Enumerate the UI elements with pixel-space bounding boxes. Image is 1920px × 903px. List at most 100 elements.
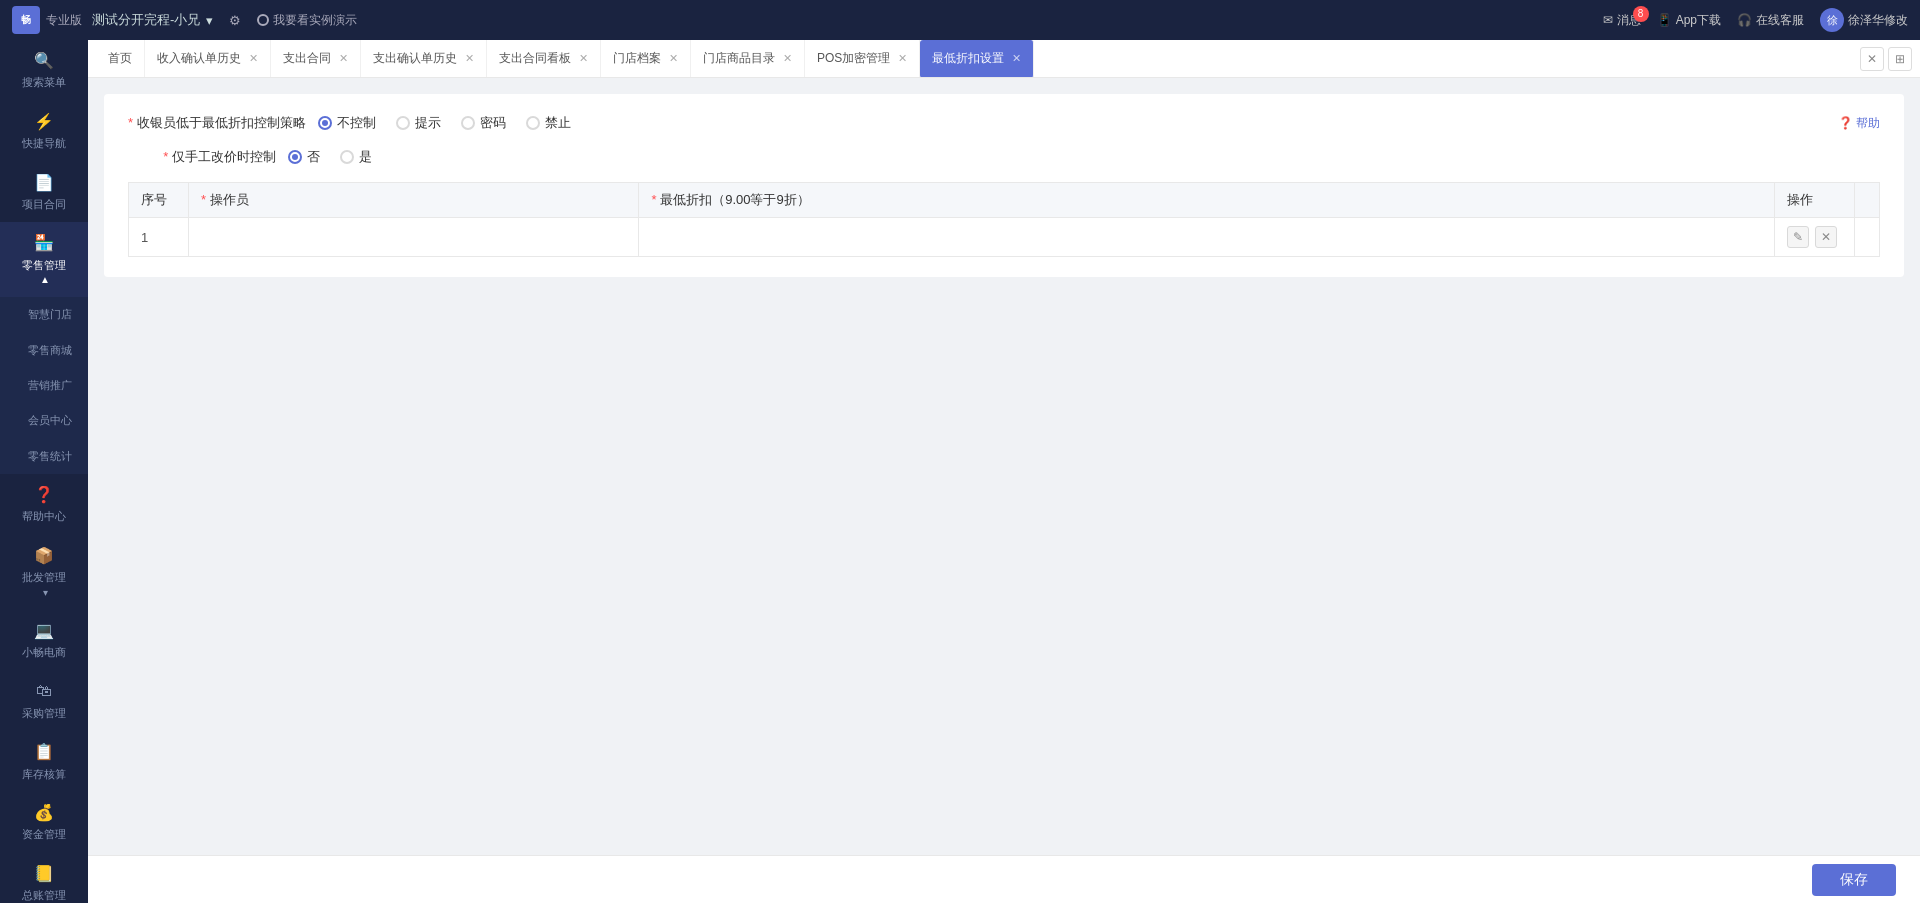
tab-income-history[interactable]: 收入确认单历史 ✕ [145, 40, 271, 78]
delete-icon: ✕ [1821, 230, 1831, 244]
username-label: 徐泽华修改 [1848, 12, 1908, 29]
radio-no-control-circle [318, 116, 332, 130]
radio-password[interactable]: 密码 [461, 114, 506, 132]
search-icon: 🔍 [34, 50, 54, 72]
close-tab-button[interactable]: ✕ [1860, 47, 1884, 71]
cell-scrollbar-1 [1855, 218, 1880, 257]
cell-action-1: ✎ ✕ [1775, 218, 1855, 257]
user-profile-button[interactable]: 徐 徐泽华修改 [1820, 8, 1908, 32]
radio-no-control[interactable]: 不控制 [318, 114, 376, 132]
tab-payment-history[interactable]: 支出确认单历史 ✕ [361, 40, 487, 78]
tab-payment-board-close[interactable]: ✕ [579, 52, 588, 65]
tab-income-history-close[interactable]: ✕ [249, 52, 258, 65]
tab-pos-password[interactable]: POS加密管理 ✕ [805, 40, 920, 78]
sidebar-item-retail[interactable]: 🏪 零售管理 ▲ [0, 222, 88, 297]
sidebar-item-search[interactable]: 🔍 搜索菜单 [0, 40, 88, 101]
sidebar-item-inventory[interactable]: 📋 库存核算 [0, 731, 88, 792]
question-icon: ❓ [1838, 116, 1853, 130]
sidebar-label-marketing: 营销推广 [28, 378, 72, 393]
gear-icon: ⚙ [229, 13, 241, 28]
help-link[interactable]: ❓ 帮助 [1838, 115, 1880, 132]
sidebar-item-ecommerce[interactable]: 💻 小畅电商 [0, 610, 88, 671]
col-scrollbar [1855, 183, 1880, 218]
sidebar-label-retail-mall: 零售商城 [28, 343, 72, 358]
help-text: 帮助 [1856, 115, 1880, 132]
sidebar-item-retail-mall[interactable]: 零售商城 [0, 333, 88, 368]
tab-pos-password-label: POS加密管理 [817, 50, 890, 67]
tab-store-goods-close[interactable]: ✕ [783, 52, 792, 65]
help-icon: ❓ [34, 484, 54, 506]
discount-required: * [651, 192, 660, 207]
purchase-icon: 🛍 [36, 680, 52, 702]
project-selector[interactable]: 测试分开完程-小兄 ▾ [92, 11, 213, 29]
expand-button[interactable]: ⊞ [1888, 47, 1912, 71]
phone-icon: 📱 [1657, 13, 1672, 27]
save-button[interactable]: 保存 [1812, 864, 1896, 896]
radio-password-circle [461, 116, 475, 130]
sidebar-item-contract[interactable]: 📄 项目合同 [0, 162, 88, 223]
topbar-gear-button[interactable]: ⚙ [223, 8, 247, 32]
tab-min-discount-close[interactable]: ✕ [1012, 52, 1021, 65]
tab-bar: 首页 收入确认单历史 ✕ 支出合同 ✕ 支出确认单历史 ✕ 支出合同看板 ✕ 门… [88, 40, 1920, 78]
content-area: 首页 收入确认单历史 ✕ 支出合同 ✕ 支出确认单历史 ✕ 支出合同看板 ✕ 门… [88, 40, 1920, 903]
delete-button-1[interactable]: ✕ [1815, 226, 1837, 248]
sidebar-item-member[interactable]: 会员中心 [0, 403, 88, 438]
edit-button-1[interactable]: ✎ [1787, 226, 1809, 248]
sidebar-item-nav[interactable]: ⚡ 快捷导航 [0, 101, 88, 162]
manual-control-label: * 仅手工改价时控制 [128, 148, 288, 166]
online-service-button[interactable]: 🎧 在线客服 [1737, 12, 1804, 29]
operator-required: * [201, 192, 206, 207]
tab-payment-history-close[interactable]: ✕ [465, 52, 474, 65]
table-body: 1 ✎ ✕ [129, 218, 1880, 257]
batch-icon: 📦 [34, 545, 54, 567]
sidebar-label-help: 帮助中心 [22, 509, 66, 524]
radio-yes[interactable]: 是 [340, 148, 372, 166]
sidebar-label-member: 会员中心 [28, 413, 72, 428]
radio-no[interactable]: 否 [288, 148, 320, 166]
bottom-bar: 保存 [88, 855, 1920, 903]
sidebar-item-smart-store[interactable]: 智慧门店 [0, 297, 88, 332]
app-logo: 畅 专业版 [12, 6, 82, 34]
finance-icon: 💰 [34, 802, 54, 824]
tab-store-goods[interactable]: 门店商品目录 ✕ [691, 40, 805, 78]
tab-payment-board[interactable]: 支出合同看板 ✕ [487, 40, 601, 78]
discount-radio-group: 不控制 提示 密码 禁止 [318, 114, 571, 132]
sidebar-item-stats[interactable]: 零售统计 [0, 439, 88, 474]
tab-income-history-label: 收入确认单历史 [157, 50, 241, 67]
radio-forbid[interactable]: 禁止 [526, 114, 571, 132]
radio-remind-label: 提示 [415, 114, 441, 132]
col-seq-label: 序号 [141, 192, 167, 207]
sidebar-item-purchase[interactable]: 🛍 采购管理 [0, 670, 88, 731]
headset-icon: 🎧 [1737, 13, 1752, 27]
messages-button[interactable]: ✉ 消息 8 [1603, 12, 1641, 29]
tab-payment-board-label: 支出合同看板 [499, 50, 571, 67]
radio-no-label: 否 [307, 148, 320, 166]
radio-remind[interactable]: 提示 [396, 114, 441, 132]
tab-min-discount[interactable]: 最低折扣设置 ✕ [920, 40, 1034, 78]
app-download-button[interactable]: 📱 App下载 [1657, 12, 1721, 29]
tab-pos-password-close[interactable]: ✕ [898, 52, 907, 65]
tab-store-file-close[interactable]: ✕ [669, 52, 678, 65]
tab-payment-contract[interactable]: 支出合同 ✕ [271, 40, 361, 78]
radio-no-control-label: 不控制 [337, 114, 376, 132]
sidebar-label-purchase: 采购管理 [22, 706, 66, 721]
tab-home-label: 首页 [108, 50, 132, 67]
tab-payment-contract-close[interactable]: ✕ [339, 52, 348, 65]
sidebar-item-finance[interactable]: 💰 资金管理 [0, 792, 88, 853]
col-operator-label: 操作员 [210, 192, 249, 207]
sidebar-label-batch: 批发管理 [22, 570, 66, 585]
tab-home[interactable]: 首页 [96, 40, 145, 78]
tab-payment-history-label: 支出确认单历史 [373, 50, 457, 67]
sidebar-item-ledger[interactable]: 📒 总账管理 [0, 853, 88, 903]
sidebar-label-contract: 项目合同 [22, 197, 66, 212]
sidebar-label-search: 搜索菜单 [22, 75, 66, 90]
tab-store-file[interactable]: 门店档案 ✕ [601, 40, 691, 78]
sidebar-item-batch[interactable]: 📦 批发管理 ▾ [0, 535, 88, 610]
demo-link[interactable]: 我要看实例演示 [257, 12, 357, 29]
message-icon: ✉ [1603, 13, 1613, 27]
app-download-label: App下载 [1676, 12, 1721, 29]
col-action: 操作 [1775, 183, 1855, 218]
action-btns: ✎ ✕ [1787, 226, 1842, 248]
sidebar-item-marketing[interactable]: 营销推广 [0, 368, 88, 403]
sidebar-item-help[interactable]: ❓ 帮助中心 [0, 474, 88, 535]
